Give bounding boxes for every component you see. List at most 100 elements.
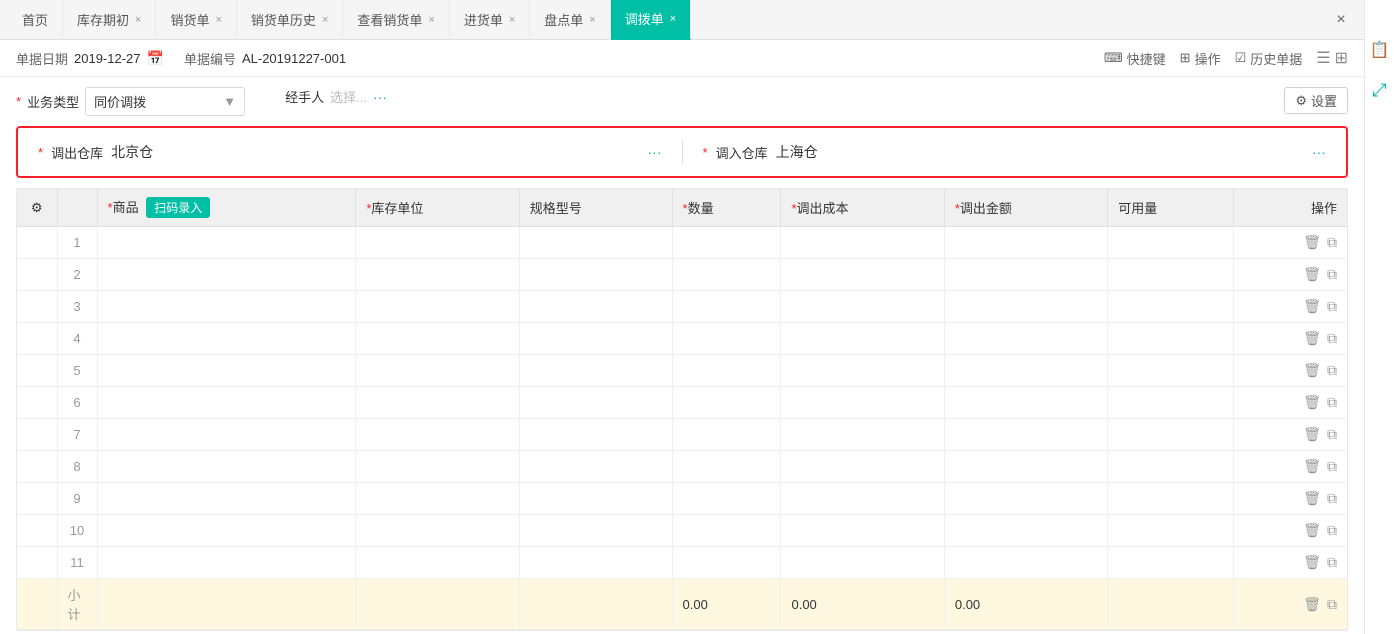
row-spec-cell[interactable] — [519, 419, 672, 451]
row-available-cell[interactable] — [1108, 323, 1234, 355]
row-amount-cell[interactable] — [944, 547, 1107, 579]
row-cost-cell[interactable] — [781, 451, 944, 483]
sidebar-notes-icon[interactable]: 📋 — [1370, 40, 1390, 60]
close-all-tabs[interactable]: × — [1326, 0, 1356, 40]
row-available-cell[interactable] — [1108, 355, 1234, 387]
row-qty-cell[interactable] — [672, 323, 781, 355]
row-available-cell[interactable] — [1108, 547, 1234, 579]
shortcuts-btn[interactable]: ⌨ 快捷键 — [1104, 49, 1166, 68]
copy-icon[interactable]: ⧉ — [1327, 554, 1337, 571]
row-spec-cell[interactable] — [519, 323, 672, 355]
warehouse-out-more-btn[interactable]: ··· — [648, 144, 662, 160]
copy-icon[interactable]: ⧉ — [1327, 522, 1337, 539]
row-unit-cell[interactable] — [356, 483, 519, 515]
row-cost-cell[interactable] — [781, 355, 944, 387]
row-qty-cell[interactable] — [672, 387, 781, 419]
row-spec-cell[interactable] — [519, 355, 672, 387]
row-unit-cell[interactable] — [356, 355, 519, 387]
row-unit-cell[interactable] — [356, 419, 519, 451]
row-cost-cell[interactable] — [781, 515, 944, 547]
row-amount-cell[interactable] — [944, 323, 1107, 355]
row-product-cell[interactable] — [97, 547, 356, 579]
row-product-cell[interactable] — [97, 259, 356, 291]
row-cost-cell[interactable] — [781, 547, 944, 579]
row-available-cell[interactable] — [1108, 419, 1234, 451]
list-view-icon[interactable]: ☰ — [1316, 48, 1330, 68]
delete-icon[interactable]: 🗑 — [1303, 490, 1321, 507]
row-qty-cell[interactable] — [672, 355, 781, 387]
row-qty-cell[interactable] — [672, 259, 781, 291]
delete-icon[interactable]: 🗑 — [1303, 522, 1321, 539]
tab-sales-order[interactable]: 销货单 × — [156, 0, 236, 40]
settings-button[interactable]: ⚙ 设置 — [1284, 87, 1348, 114]
delete-icon[interactable]: 🗑 — [1303, 298, 1321, 315]
col-gear[interactable]: ⚙ — [17, 189, 57, 227]
delete-icon[interactable]: 🗑 — [1303, 362, 1321, 379]
row-spec-cell[interactable] — [519, 547, 672, 579]
row-unit-cell[interactable] — [356, 323, 519, 355]
tab-home[interactable]: 首页 — [8, 0, 63, 40]
delete-icon[interactable]: 🗑 — [1303, 394, 1321, 411]
scan-btn[interactable]: 扫码录入 — [146, 197, 210, 218]
delete-icon[interactable]: 🗑 — [1303, 330, 1321, 347]
tab-close-purchase-order[interactable]: × — [509, 14, 515, 26]
row-spec-cell[interactable] — [519, 483, 672, 515]
row-product-cell[interactable] — [97, 451, 356, 483]
row-spec-cell[interactable] — [519, 259, 672, 291]
row-amount-cell[interactable] — [944, 515, 1107, 547]
row-cost-cell[interactable] — [781, 291, 944, 323]
row-unit-cell[interactable] — [356, 451, 519, 483]
row-qty-cell[interactable] — [672, 515, 781, 547]
copy-icon[interactable]: ⧉ — [1327, 234, 1337, 251]
row-product-cell[interactable] — [97, 355, 356, 387]
person-more-btn[interactable]: ··· — [373, 89, 387, 105]
tab-inventory-count[interactable]: 盘点单 × — [530, 0, 610, 40]
warehouse-in-more-btn[interactable]: ··· — [1312, 144, 1326, 160]
copy-icon[interactable]: ⧉ — [1327, 266, 1337, 283]
row-unit-cell[interactable] — [356, 515, 519, 547]
row-spec-cell[interactable] — [519, 227, 672, 259]
row-product-cell[interactable] — [97, 387, 356, 419]
row-cost-cell[interactable] — [781, 227, 944, 259]
tab-inventory-init[interactable]: 库存期初 × — [63, 0, 156, 40]
row-unit-cell[interactable] — [356, 291, 519, 323]
row-amount-cell[interactable] — [944, 259, 1107, 291]
row-amount-cell[interactable] — [944, 387, 1107, 419]
tab-close-view-sales[interactable]: × — [428, 14, 434, 26]
row-qty-cell[interactable] — [672, 451, 781, 483]
copy-icon[interactable]: ⧉ — [1327, 298, 1337, 315]
row-amount-cell[interactable] — [944, 355, 1107, 387]
row-available-cell[interactable] — [1108, 515, 1234, 547]
row-qty-cell[interactable] — [672, 227, 781, 259]
row-available-cell[interactable] — [1108, 483, 1234, 515]
row-cost-cell[interactable] — [781, 483, 944, 515]
row-unit-cell[interactable] — [356, 227, 519, 259]
row-cost-cell[interactable] — [781, 259, 944, 291]
copy-icon[interactable]: ⧉ — [1327, 394, 1337, 411]
row-product-cell[interactable] — [97, 323, 356, 355]
copy-icon[interactable]: ⧉ — [1327, 426, 1337, 443]
delete-icon[interactable]: 🗑 — [1303, 458, 1321, 475]
row-cost-cell[interactable] — [781, 387, 944, 419]
delete-icon[interactable]: 🗑 — [1303, 234, 1321, 251]
row-spec-cell[interactable] — [519, 515, 672, 547]
grid-view-icon[interactable]: ⊞ — [1335, 48, 1348, 68]
tab-view-sales[interactable]: 查看销货单 × — [343, 0, 449, 40]
subtotal-copy-icon[interactable]: ⧉ — [1327, 596, 1337, 613]
row-qty-cell[interactable] — [672, 419, 781, 451]
row-cost-cell[interactable] — [781, 323, 944, 355]
row-amount-cell[interactable] — [944, 483, 1107, 515]
row-qty-cell[interactable] — [672, 547, 781, 579]
row-product-cell[interactable] — [97, 515, 356, 547]
delete-icon[interactable]: 🗑 — [1303, 554, 1321, 571]
tab-sales-history[interactable]: 销货单历史 × — [237, 0, 343, 40]
row-unit-cell[interactable] — [356, 387, 519, 419]
tab-close-inventory-init[interactable]: × — [135, 14, 141, 26]
tab-close-sales-order[interactable]: × — [215, 14, 221, 26]
row-available-cell[interactable] — [1108, 291, 1234, 323]
calendar-icon[interactable]: 📅 — [147, 50, 164, 67]
tab-close-sales-history[interactable]: × — [322, 14, 328, 26]
row-qty-cell[interactable] — [672, 483, 781, 515]
tab-close-inventory-count[interactable]: × — [589, 14, 595, 26]
person-select[interactable]: 选择... — [330, 87, 367, 106]
